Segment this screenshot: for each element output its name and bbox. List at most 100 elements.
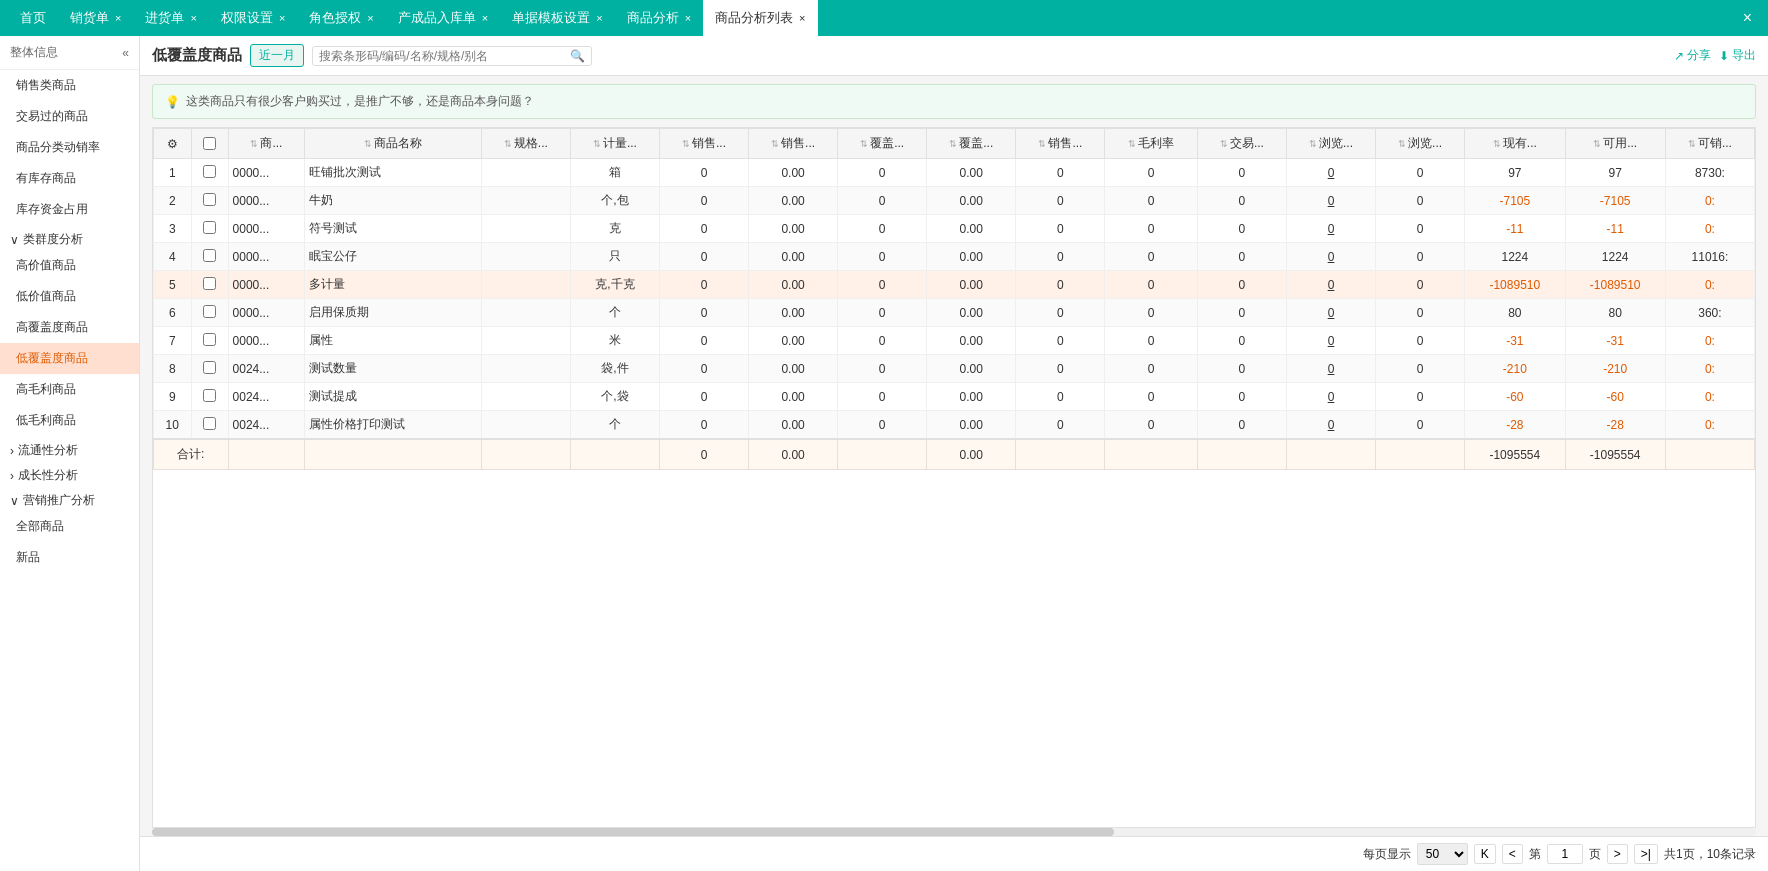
sidebar-section-cluster-analysis[interactable]: ∨ 类群度分析	[0, 225, 139, 250]
cell-checkbox[interactable]	[191, 159, 228, 187]
nav-product-instock[interactable]: 产成品入库单 ×	[386, 0, 500, 36]
cell-checkbox[interactable]	[191, 383, 228, 411]
cell-views1[interactable]: 0	[1286, 327, 1375, 355]
row-checkbox[interactable]	[203, 417, 216, 430]
col-sales-amount[interactable]: ⇅销售...	[749, 129, 838, 159]
col-coverage2[interactable]: ⇅覆盖...	[927, 129, 1016, 159]
close-all-tabs-button[interactable]: ×	[1735, 9, 1760, 27]
cell-checkbox[interactable]	[191, 355, 228, 383]
cell-views1[interactable]: 0	[1286, 411, 1375, 440]
nav-template-settings[interactable]: 单据模板设置 ×	[500, 0, 614, 36]
col-code[interactable]: ⇅商...	[228, 129, 305, 159]
col-available[interactable]: ⇅可用...	[1565, 129, 1665, 159]
col-settings[interactable]: ⚙	[154, 129, 192, 159]
cell-checkbox[interactable]	[191, 411, 228, 440]
col-sellable[interactable]: ⇅可销...	[1665, 129, 1754, 159]
row-checkbox[interactable]	[203, 333, 216, 346]
select-all-checkbox[interactable]	[203, 137, 216, 150]
close-product-analysis-list-icon[interactable]: ×	[799, 12, 805, 24]
close-permission-settings-icon[interactable]: ×	[279, 12, 285, 24]
nav-sales-order[interactable]: 销货单 ×	[58, 0, 133, 36]
sidebar-section-marketing-analysis[interactable]: ∨ 营销推广分析	[0, 486, 139, 511]
col-unit[interactable]: ⇅计量...	[570, 129, 659, 159]
col-views2[interactable]: ⇅浏览...	[1376, 129, 1465, 159]
col-transactions[interactable]: ⇅交易...	[1197, 129, 1286, 159]
sidebar-item-high-margin[interactable]: 高毛利商品	[0, 374, 139, 405]
col-spec[interactable]: ⇅规格...	[481, 129, 570, 159]
horizontal-scrollbar[interactable]	[152, 828, 1756, 836]
cell-transactions: 0	[1197, 215, 1286, 243]
row-checkbox[interactable]	[203, 193, 216, 206]
time-filter-button[interactable]: 近一月	[250, 44, 304, 67]
nav-home[interactable]: 首页	[8, 0, 58, 36]
sidebar-header-toggle[interactable]: 整体信息 «	[0, 36, 139, 70]
col-sales-rate[interactable]: ⇅销售...	[1016, 129, 1105, 159]
sidebar-section-flow-analysis[interactable]: › 流通性分析	[0, 436, 139, 461]
cell-views1[interactable]: 0	[1286, 243, 1375, 271]
sidebar-section-growth-analysis[interactable]: › 成长性分析	[0, 461, 139, 486]
col-sales-qty[interactable]: ⇅销售...	[659, 129, 748, 159]
col-views1[interactable]: ⇅浏览...	[1286, 129, 1375, 159]
sidebar-item-new-products[interactable]: 新品	[0, 542, 139, 573]
sidebar-collapse-icon[interactable]: «	[122, 46, 129, 60]
cell-views1[interactable]: 0	[1286, 187, 1375, 215]
sidebar-item-high-value[interactable]: 高价值商品	[0, 250, 139, 281]
cell-views1[interactable]: 0	[1286, 383, 1375, 411]
row-checkbox[interactable]	[203, 305, 216, 318]
cell-checkbox[interactable]	[191, 327, 228, 355]
nav-product-analysis-list[interactable]: 商品分析列表 ×	[703, 0, 817, 36]
per-page-select[interactable]: 50 10 20 100	[1417, 843, 1468, 865]
page-input[interactable]	[1547, 844, 1583, 864]
nav-permission-settings[interactable]: 权限设置 ×	[209, 0, 297, 36]
sidebar-item-sales-products[interactable]: 销售类商品	[0, 70, 139, 101]
col-coverage1[interactable]: ⇅覆盖...	[838, 129, 927, 159]
close-role-auth-icon[interactable]: ×	[367, 12, 373, 24]
nav-role-auth[interactable]: 角色授权 ×	[297, 0, 385, 36]
search-icon[interactable]: 🔍	[570, 49, 585, 63]
row-checkbox[interactable]	[203, 361, 216, 374]
sidebar-item-all-products[interactable]: 全部商品	[0, 511, 139, 542]
col-checkbox[interactable]	[191, 129, 228, 159]
sidebar-item-stocked-products[interactable]: 有库存商品	[0, 163, 139, 194]
row-checkbox[interactable]	[203, 389, 216, 402]
sidebar-item-high-coverage[interactable]: 高覆盖度商品	[0, 312, 139, 343]
cell-views1[interactable]: 0	[1286, 215, 1375, 243]
cell-checkbox[interactable]	[191, 299, 228, 327]
nav-purchase-order[interactable]: 进货单 ×	[133, 0, 208, 36]
row-checkbox[interactable]	[203, 277, 216, 290]
scrollbar-thumb[interactable]	[152, 828, 1114, 836]
close-product-analysis-icon[interactable]: ×	[685, 12, 691, 24]
cell-checkbox[interactable]	[191, 271, 228, 299]
close-product-instock-icon[interactable]: ×	[482, 12, 488, 24]
close-template-settings-icon[interactable]: ×	[596, 12, 602, 24]
sidebar-item-low-coverage[interactable]: 低覆盖度商品	[0, 343, 139, 374]
sidebar-item-category-sales-rate[interactable]: 商品分类动销率	[0, 132, 139, 163]
cell-checkbox[interactable]	[191, 215, 228, 243]
sidebar-item-traded-products[interactable]: 交易过的商品	[0, 101, 139, 132]
first-page-button[interactable]: K	[1474, 844, 1496, 864]
row-checkbox[interactable]	[203, 249, 216, 262]
cell-views1[interactable]: 0	[1286, 271, 1375, 299]
close-sales-order-icon[interactable]: ×	[115, 12, 121, 24]
cell-views1[interactable]: 0	[1286, 299, 1375, 327]
sidebar-item-low-value[interactable]: 低价值商品	[0, 281, 139, 312]
next-page-button[interactable]: >	[1607, 844, 1628, 864]
last-page-button[interactable]: >|	[1634, 844, 1658, 864]
row-checkbox[interactable]	[203, 165, 216, 178]
cell-views1[interactable]: 0	[1286, 355, 1375, 383]
cell-checkbox[interactable]	[191, 187, 228, 215]
search-input[interactable]	[319, 49, 566, 63]
col-current-stock[interactable]: ⇅现有...	[1465, 129, 1565, 159]
prev-page-button[interactable]: <	[1502, 844, 1523, 864]
sidebar-item-stock-capital[interactable]: 库存资金占用	[0, 194, 139, 225]
cell-views1[interactable]: 0	[1286, 159, 1375, 187]
close-purchase-order-icon[interactable]: ×	[190, 12, 196, 24]
export-button[interactable]: ⬇ 导出	[1719, 47, 1756, 64]
sidebar-item-low-margin[interactable]: 低毛利商品	[0, 405, 139, 436]
nav-product-analysis[interactable]: 商品分析 ×	[615, 0, 703, 36]
col-gross-margin[interactable]: ⇅毛利率	[1105, 129, 1197, 159]
share-button[interactable]: ↗ 分享	[1674, 47, 1711, 64]
row-checkbox[interactable]	[203, 221, 216, 234]
cell-checkbox[interactable]	[191, 243, 228, 271]
col-name[interactable]: ⇅商品名称	[305, 129, 481, 159]
